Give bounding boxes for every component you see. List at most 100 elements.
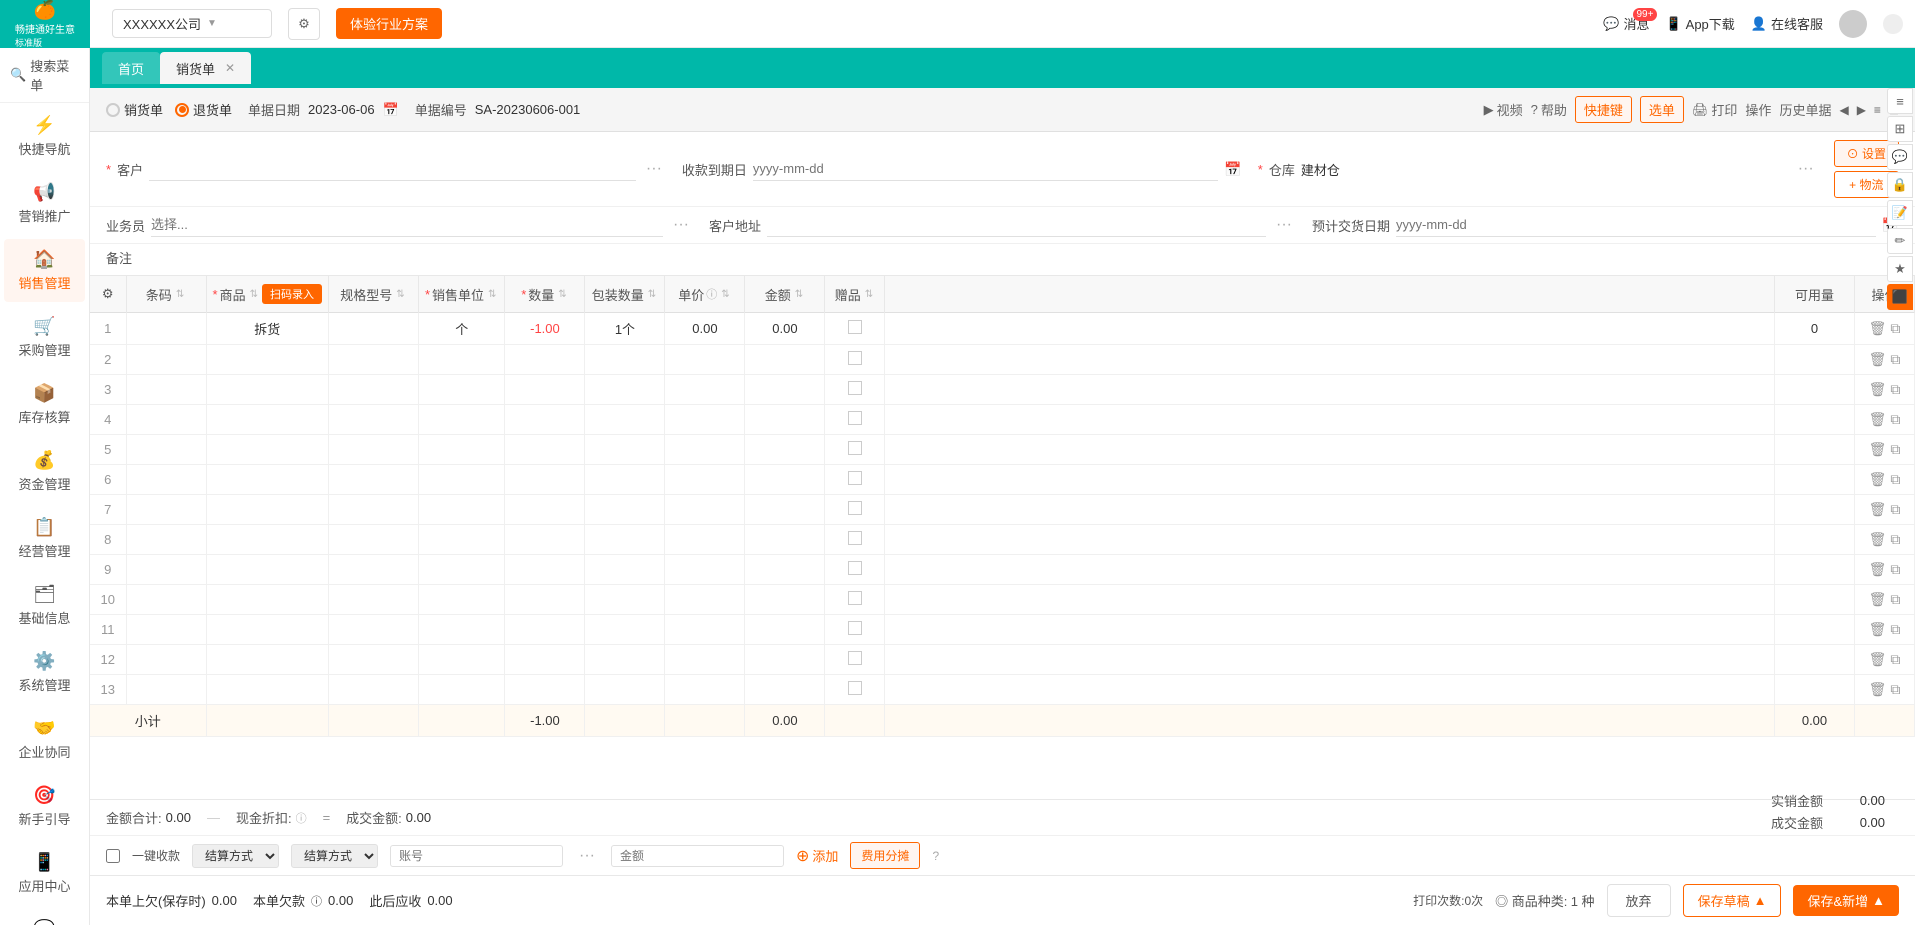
cell-barcode[interactable] — [126, 435, 206, 465]
save-new-button[interactable]: 保存&新增 ▲ — [1793, 885, 1899, 916]
cell-barcode[interactable] — [126, 375, 206, 405]
one-click-payment-btn[interactable]: 一键收款 — [132, 847, 180, 864]
cell-product[interactable] — [206, 615, 328, 645]
tab-home[interactable]: 首页 — [102, 52, 160, 84]
account-input[interactable] — [390, 845, 563, 867]
cell-gift[interactable] — [825, 313, 885, 345]
delete-row-btn[interactable]: 🗑 — [1869, 591, 1887, 608]
sidebar-item-inventory[interactable]: 📦 库存核算 — [4, 373, 85, 436]
cell-price[interactable]: 0.00 — [665, 313, 745, 345]
cell-price[interactable] — [665, 555, 745, 585]
select-btn[interactable]: 选单 — [1640, 96, 1684, 123]
cell-price[interactable] — [665, 345, 745, 375]
cell-gift[interactable] — [825, 525, 885, 555]
sidebar-item-basic-info[interactable]: 🗂 基础信息 — [4, 574, 85, 637]
gift-sort-icon[interactable]: ⇅ — [865, 289, 873, 300]
cell-barcode[interactable] — [126, 405, 206, 435]
calculation-method-select[interactable]: 结算方式 — [291, 844, 378, 868]
delete-row-btn[interactable]: 🗑 — [1869, 561, 1887, 578]
cell-product[interactable] — [206, 405, 328, 435]
expected-date-input[interactable] — [1396, 213, 1876, 237]
remark-input[interactable] — [140, 250, 1899, 265]
sidebar-item-weixin[interactable]: 💬 企业微信 — [4, 909, 85, 925]
cell-product[interactable]: 拆货 — [206, 313, 328, 345]
delete-row-btn[interactable]: 🗑 — [1869, 651, 1887, 668]
salesperson-input[interactable] — [151, 213, 663, 237]
company-selector[interactable]: XXXXXX公司 ▼ — [112, 9, 272, 38]
right-panel-btn-2[interactable]: ⊞ — [1887, 116, 1913, 142]
cell-product[interactable] — [206, 495, 328, 525]
cell-price[interactable] — [665, 465, 745, 495]
cell-price[interactable] — [665, 585, 745, 615]
cell-barcode[interactable] — [126, 313, 206, 345]
delete-row-btn[interactable]: 🗑 — [1869, 381, 1887, 398]
sidebar-item-marketing[interactable]: 📢 营销推广 — [4, 172, 85, 235]
debt-info-icon[interactable]: ⓘ — [311, 893, 322, 909]
avatar-extra[interactable] — [1883, 14, 1903, 34]
warehouse-more-icon[interactable]: ··· — [1794, 160, 1818, 178]
right-panel-btn-3[interactable]: 💬 — [1887, 144, 1913, 170]
add-payment-btn[interactable]: ⊕ 添加 — [796, 846, 838, 866]
date-calendar-icon[interactable]: 📅 — [383, 102, 399, 118]
shortcut-btn[interactable]: 快捷键 — [1575, 96, 1632, 123]
copy-row-btn[interactable]: ⧉ — [1890, 651, 1900, 668]
right-panel-btn-1[interactable]: ≡ — [1887, 88, 1913, 114]
sidebar-item-purchase-mgmt[interactable]: 🛒 采购管理 — [4, 306, 85, 369]
cell-price[interactable] — [665, 495, 745, 525]
pkgqty-sort-icon[interactable]: ⇅ — [648, 289, 656, 300]
cell-spec[interactable] — [328, 435, 418, 465]
cell-qty[interactable] — [505, 675, 585, 705]
right-panel-btn-6[interactable]: ✏ — [1887, 228, 1913, 254]
cell-remark[interactable] — [885, 675, 1775, 705]
delete-row-btn[interactable]: 🗑 — [1869, 411, 1887, 428]
th-settings[interactable]: ⚙ — [90, 276, 126, 313]
copy-row-btn[interactable]: ⧉ — [1890, 681, 1900, 698]
customer-input[interactable] — [149, 157, 636, 181]
cell-spec[interactable] — [328, 465, 418, 495]
copy-row-btn[interactable]: ⧉ — [1890, 351, 1900, 368]
customer-addr-input[interactable] — [767, 213, 1266, 237]
cell-spec[interactable] — [328, 495, 418, 525]
cell-product[interactable] — [206, 585, 328, 615]
sidebar-item-finance[interactable]: 💰 资金管理 — [4, 440, 85, 503]
scan-button[interactable]: 扫码录入 — [262, 284, 322, 304]
cell-barcode[interactable] — [126, 345, 206, 375]
copy-row-btn[interactable]: ⧉ — [1890, 471, 1900, 488]
cell-qty[interactable]: -1.00 — [505, 313, 585, 345]
discard-button[interactable]: 放弃 — [1607, 884, 1671, 917]
cell-product[interactable] — [206, 675, 328, 705]
spec-sort-icon[interactable]: ⇅ — [396, 289, 404, 300]
settlement-method-select[interactable]: 结算方式 — [192, 844, 279, 868]
print-btn[interactable]: 🖨 打印 — [1692, 100, 1738, 119]
amount-sort-icon[interactable]: ⇅ — [795, 289, 803, 300]
video-btn[interactable]: ▶ 视频 — [1484, 100, 1523, 119]
cell-gift[interactable] — [825, 675, 885, 705]
message-btn[interactable]: 💬 消息 99+ — [1603, 14, 1649, 33]
cell-price[interactable] — [665, 525, 745, 555]
cell-remark[interactable] — [885, 495, 1775, 525]
cell-qty[interactable] — [505, 525, 585, 555]
tab-close-icon[interactable]: ✕ — [225, 61, 235, 75]
cell-product[interactable] — [206, 525, 328, 555]
copy-row-btn[interactable]: ⧉ — [1890, 531, 1900, 548]
cell-remark[interactable] — [885, 555, 1775, 585]
app-download-btn[interactable]: 📱 App下载 — [1665, 14, 1734, 33]
cell-barcode[interactable] — [126, 525, 206, 555]
right-panel-btn-8[interactable]: ⬛ — [1887, 284, 1913, 310]
cell-barcode[interactable] — [126, 585, 206, 615]
cell-gift[interactable] — [825, 405, 885, 435]
cell-remark[interactable] — [885, 615, 1775, 645]
cell-remark[interactable] — [885, 585, 1775, 615]
copy-row-btn[interactable]: ⧉ — [1890, 591, 1900, 608]
delete-row-btn[interactable]: 🗑 — [1869, 531, 1887, 548]
product-sort-icon[interactable]: ⇅ — [250, 289, 258, 300]
cell-qty[interactable] — [505, 555, 585, 585]
sidebar-item-sales-mgmt[interactable]: 🏠 销售管理 — [4, 239, 85, 302]
right-panel-btn-7[interactable]: ★ — [1887, 256, 1913, 282]
cell-remark[interactable] — [885, 345, 1775, 375]
payment-help-icon[interactable]: ? — [932, 849, 939, 863]
cell-spec[interactable] — [328, 313, 418, 345]
copy-row-btn[interactable]: ⧉ — [1890, 561, 1900, 578]
cell-remark[interactable] — [885, 405, 1775, 435]
unit-sort-icon[interactable]: ⇅ — [488, 289, 496, 300]
